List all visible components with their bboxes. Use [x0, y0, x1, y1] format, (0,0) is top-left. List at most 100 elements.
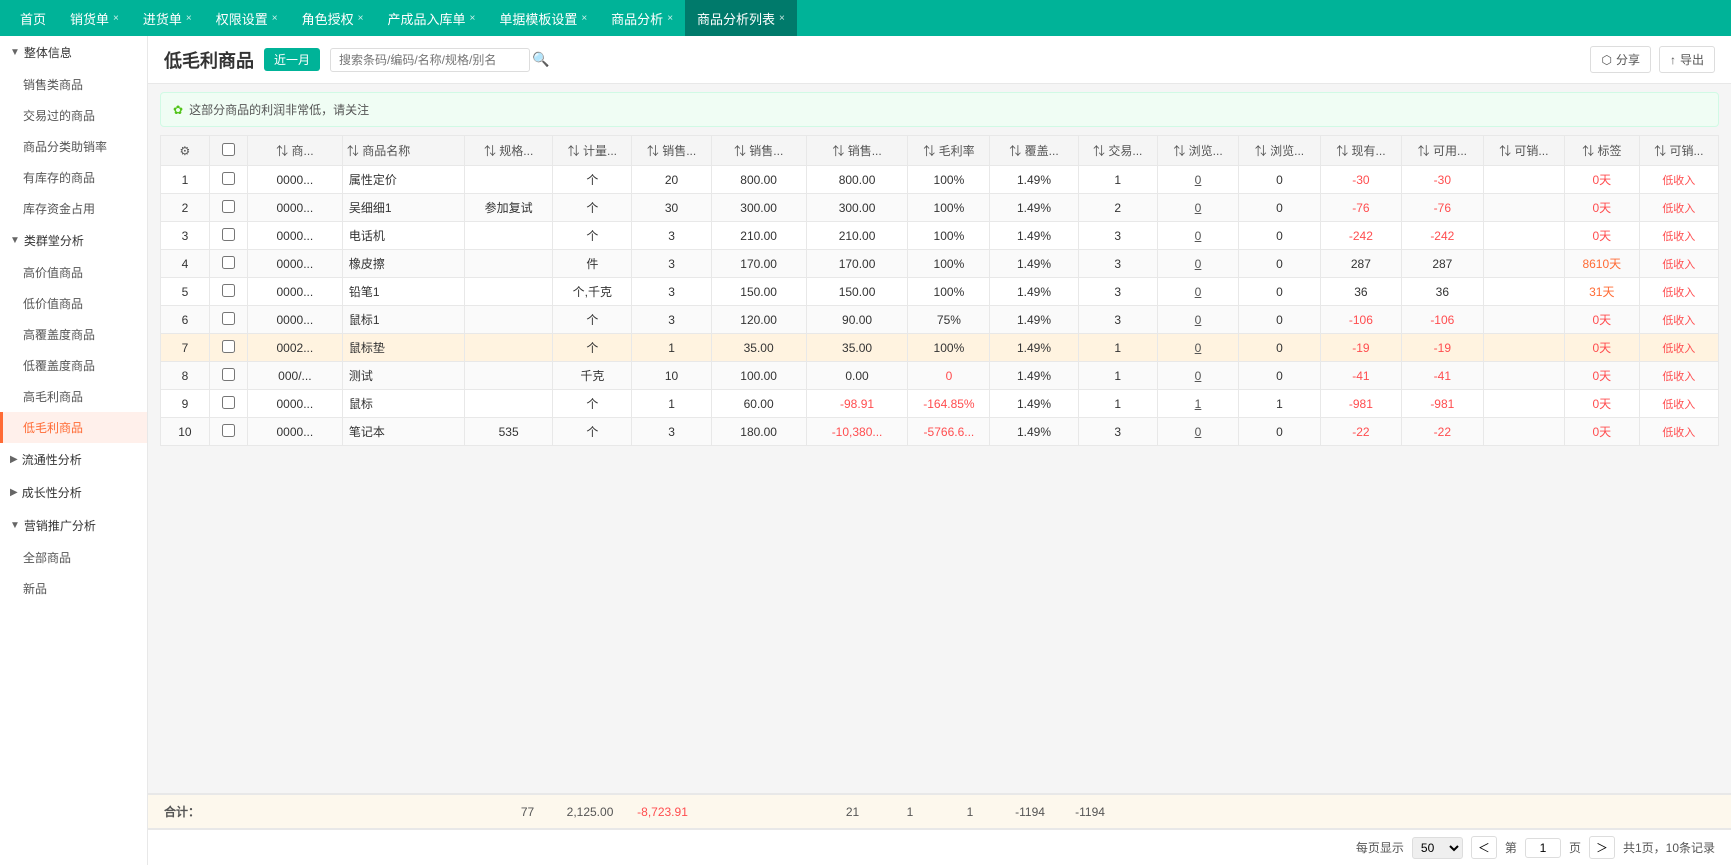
sidebar-item-low-value[interactable]: 低价值商品: [0, 288, 147, 319]
nav-home[interactable]: 首页: [8, 0, 58, 36]
th-margin[interactable]: ⇅ 毛利率: [908, 136, 990, 166]
nav-analysis-list[interactable]: 商品分析列表 ×: [685, 0, 797, 36]
filter-button[interactable]: 近一月: [264, 48, 320, 71]
cell-browse1[interactable]: 0: [1157, 418, 1238, 446]
cell-check[interactable]: [209, 250, 247, 278]
th-stock[interactable]: ⇅ 现有...: [1320, 136, 1401, 166]
row-checkbox[interactable]: [222, 200, 235, 213]
cell-browse1[interactable]: 0: [1157, 306, 1238, 334]
sidebar-item-high-margin[interactable]: 高毛利商品: [0, 381, 147, 412]
th-spec[interactable]: ⇅ 规格...: [465, 136, 553, 166]
cell-browse1[interactable]: 0: [1157, 278, 1238, 306]
search-input[interactable]: [330, 48, 530, 72]
th-code[interactable]: ⇅ 商...: [247, 136, 342, 166]
cell-trade: 1: [1078, 334, 1157, 362]
sidebar-item-new-products[interactable]: 新品: [0, 573, 147, 604]
row-checkbox[interactable]: [222, 340, 235, 353]
sidebar-section-cluster[interactable]: ▼ 类群堂分析: [0, 224, 147, 257]
row-checkbox[interactable]: [222, 312, 235, 325]
cell-cover: 1.49%: [990, 334, 1078, 362]
cell-profit: -10,380...: [806, 418, 908, 446]
th-cover[interactable]: ⇅ 覆盖...: [990, 136, 1078, 166]
th-tag[interactable]: ⇅ 可销...: [1639, 136, 1718, 166]
th-sales-qty[interactable]: ⇅ 销售...: [632, 136, 711, 166]
nav-analysis[interactable]: 商品分析 ×: [599, 0, 685, 36]
row-checkbox[interactable]: [222, 368, 235, 381]
th-trade[interactable]: ⇅ 交易...: [1078, 136, 1157, 166]
per-page-select[interactable]: 50 100 200: [1412, 837, 1463, 859]
th-settings[interactable]: ⚙: [161, 136, 210, 166]
data-table-wrapper[interactable]: ⚙ ⇅ 商... ⇅ 商品名称 ⇅ 规格... ⇅ 计量... ⇅ 销售... …: [160, 135, 1719, 793]
th-profit[interactable]: ⇅ 销售...: [806, 136, 908, 166]
cell-check[interactable]: [209, 418, 247, 446]
sidebar-section-growth[interactable]: ▶ 成长性分析: [0, 476, 147, 509]
cell-browse1[interactable]: 0: [1157, 222, 1238, 250]
cell-browse1[interactable]: 0: [1157, 166, 1238, 194]
cell-check[interactable]: [209, 222, 247, 250]
sidebar-item-low-cover[interactable]: 低覆盖度商品: [0, 350, 147, 381]
nav-role-close[interactable]: ×: [358, 13, 364, 24]
sidebar-item-sales-products[interactable]: 销售类商品: [0, 69, 147, 100]
sidebar-section-circulation[interactable]: ▶ 流通性分析: [0, 443, 147, 476]
th-browse1[interactable]: ⇅ 浏览...: [1157, 136, 1238, 166]
row-checkbox[interactable]: [222, 228, 235, 241]
nav-analysis-close[interactable]: ×: [667, 13, 673, 24]
nav-analysis-list-close[interactable]: ×: [779, 13, 785, 24]
th-days[interactable]: ⇅ 标签: [1564, 136, 1639, 166]
th-unit[interactable]: ⇅ 计量...: [553, 136, 632, 166]
nav-permission-close[interactable]: ×: [272, 13, 278, 24]
search-button[interactable]: 🔍: [532, 51, 549, 68]
cell-cover: 1.49%: [990, 166, 1078, 194]
prev-page-button[interactable]: ＜: [1471, 836, 1497, 859]
select-all-checkbox[interactable]: [222, 143, 235, 156]
th-browse2[interactable]: ⇅ 浏览...: [1239, 136, 1320, 166]
cell-check[interactable]: [209, 306, 247, 334]
sidebar-section-overall[interactable]: ▼ 整体信息: [0, 36, 147, 69]
row-checkbox[interactable]: [222, 284, 235, 297]
cell-browse1[interactable]: 0: [1157, 362, 1238, 390]
cell-check[interactable]: [209, 390, 247, 418]
nav-role[interactable]: 角色授权 ×: [290, 0, 376, 36]
nav-purchase[interactable]: 进货单 ×: [131, 0, 204, 36]
sidebar-item-all-products[interactable]: 全部商品: [0, 542, 147, 573]
nav-template[interactable]: 单据模板设置 ×: [487, 0, 599, 36]
cell-check[interactable]: [209, 334, 247, 362]
cell-browse1[interactable]: 0: [1157, 250, 1238, 278]
nav-permission[interactable]: 权限设置 ×: [204, 0, 290, 36]
nav-sales[interactable]: 销货单 ×: [58, 0, 131, 36]
nav-purchase-close[interactable]: ×: [186, 13, 192, 24]
sidebar-item-instock-products[interactable]: 有库存的商品: [0, 162, 147, 193]
export-button[interactable]: ↑ 导出: [1659, 46, 1715, 73]
sidebar-item-category-rate[interactable]: 商品分类助销率: [0, 131, 147, 162]
nav-sales-close[interactable]: ×: [113, 13, 119, 24]
cell-browse1[interactable]: 1: [1157, 390, 1238, 418]
sidebar-item-stock-capital[interactable]: 库存资金占用: [0, 193, 147, 224]
cell-check[interactable]: [209, 166, 247, 194]
sidebar-item-low-margin[interactable]: 低毛利商品: [0, 412, 147, 443]
th-name[interactable]: ⇅ 商品名称: [342, 136, 464, 166]
cell-check[interactable]: [209, 362, 247, 390]
share-button[interactable]: ⬡ 分享: [1590, 46, 1651, 73]
row-checkbox[interactable]: [222, 172, 235, 185]
cell-browse1[interactable]: 0: [1157, 334, 1238, 362]
cell-browse1[interactable]: 0: [1157, 194, 1238, 222]
nav-product[interactable]: 产成品入库单 ×: [375, 0, 487, 36]
cell-check[interactable]: [209, 194, 247, 222]
cell-check[interactable]: [209, 278, 247, 306]
nav-product-close[interactable]: ×: [469, 13, 475, 24]
page-input[interactable]: [1525, 838, 1561, 858]
th-avail[interactable]: ⇅ 可用...: [1402, 136, 1483, 166]
row-checkbox[interactable]: [222, 396, 235, 409]
th-check[interactable]: [209, 136, 247, 166]
next-page-button[interactable]: ＞: [1589, 836, 1615, 859]
row-checkbox[interactable]: [222, 424, 235, 437]
table-row: 3 0000... 电话机 个 3 210.00 210.00 100% 1.4…: [161, 222, 1719, 250]
nav-template-close[interactable]: ×: [581, 13, 587, 24]
sidebar-item-high-cover[interactable]: 高覆盖度商品: [0, 319, 147, 350]
th-sales-amt[interactable]: ⇅ 销售...: [711, 136, 806, 166]
sidebar-item-traded-products[interactable]: 交易过的商品: [0, 100, 147, 131]
row-checkbox[interactable]: [222, 256, 235, 269]
sidebar-section-marketing[interactable]: ▼ 营销推广分析: [0, 509, 147, 542]
th-sellable[interactable]: ⇅ 可销...: [1483, 136, 1564, 166]
sidebar-item-high-value[interactable]: 高价值商品: [0, 257, 147, 288]
